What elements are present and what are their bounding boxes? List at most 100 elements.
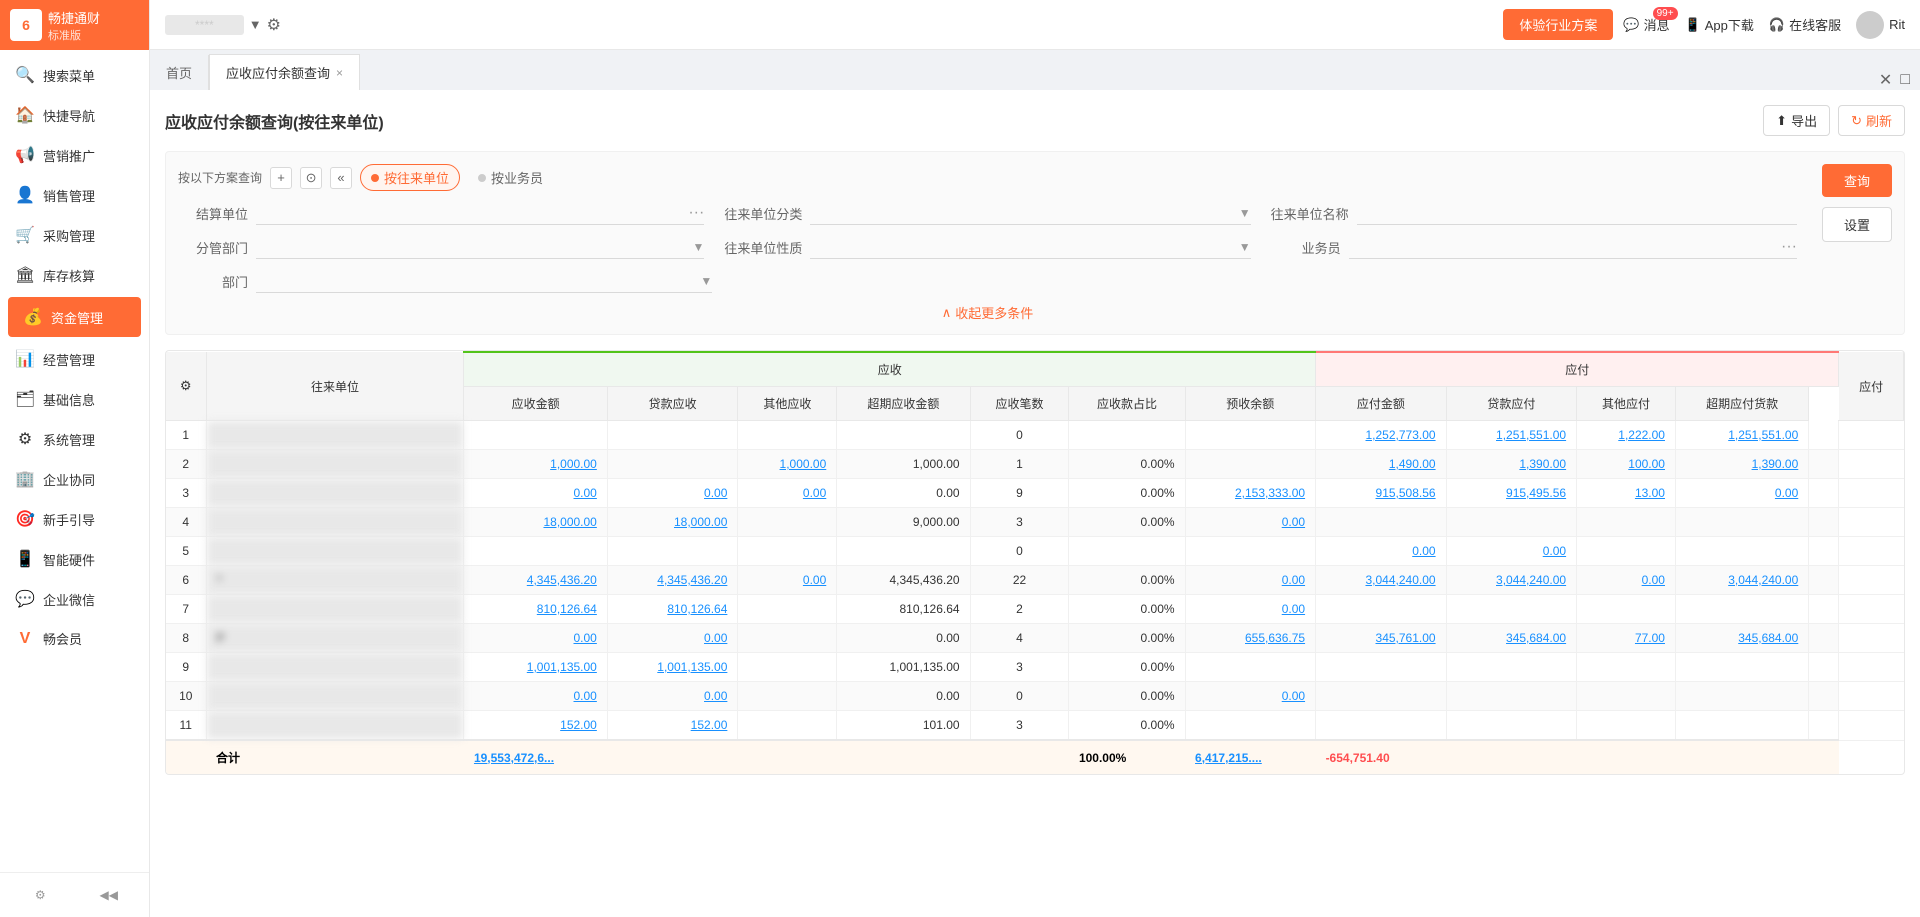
partner-name-input[interactable] bbox=[1357, 201, 1797, 225]
row-other-ar[interactable] bbox=[738, 653, 837, 682]
row-other-ap[interactable]: 1,222.00 bbox=[1577, 421, 1676, 450]
collapse-more-btn[interactable]: ∧ 收起更多条件 bbox=[942, 303, 1034, 322]
sidebar-item-marketing[interactable]: 📢 营销推广 bbox=[0, 135, 149, 175]
row-loan-ap[interactable] bbox=[1446, 682, 1577, 711]
row-other-ap[interactable]: 0.00 bbox=[1577, 566, 1676, 595]
row-ap-amount[interactable]: 1,252,773.00 bbox=[1316, 421, 1447, 450]
row-overdue-ap[interactable] bbox=[1675, 595, 1808, 624]
sidebar-item-warehouse[interactable]: 🏛 库存核算 bbox=[0, 255, 149, 295]
row-other-ar[interactable] bbox=[738, 537, 837, 566]
row-advance-balance[interactable]: 655,636.75 bbox=[1185, 624, 1316, 653]
partner-category-input[interactable] bbox=[810, 201, 1238, 224]
row-ar-amount[interactable]: 4,345,436.20 bbox=[464, 566, 607, 595]
row-ap-amount[interactable]: 345,761.00 bbox=[1316, 624, 1447, 653]
row-overdue-ap[interactable]: 345,684.00 bbox=[1675, 624, 1808, 653]
row-ar-amount[interactable]: 152.00 bbox=[464, 711, 607, 741]
row-other-ap[interactable] bbox=[1577, 682, 1676, 711]
sidebar-item-finance[interactable]: 💰 资金管理 bbox=[8, 297, 141, 337]
row-loan-ar[interactable]: 1,001,135.00 bbox=[607, 653, 738, 682]
settings-bottom-btn[interactable]: ⚙ bbox=[10, 883, 71, 907]
partner-nature-input[interactable] bbox=[810, 235, 1238, 258]
row-other-ar[interactable] bbox=[738, 595, 837, 624]
row-other-ap[interactable] bbox=[1577, 508, 1676, 537]
row-overdue-ap[interactable]: 0.00 bbox=[1675, 479, 1808, 508]
row-overdue-ap[interactable]: 1,251,551.00 bbox=[1675, 421, 1808, 450]
scheme-settings-btn[interactable]: ⊙ bbox=[300, 167, 322, 189]
row-advance-balance[interactable] bbox=[1185, 450, 1316, 479]
row-ap-amount[interactable] bbox=[1316, 711, 1447, 741]
header-settings-icon[interactable]: ⚙ bbox=[267, 15, 281, 35]
tab-active[interactable]: 应收应付余额查询 × bbox=[209, 54, 360, 90]
row-ap-amount[interactable]: 3,044,240.00 bbox=[1316, 566, 1447, 595]
row-overdue-ap[interactable] bbox=[1675, 653, 1808, 682]
row-ap-amount[interactable] bbox=[1316, 595, 1447, 624]
salesman-input[interactable] bbox=[1349, 235, 1781, 258]
row-loan-ap[interactable]: 1,251,551.00 bbox=[1446, 421, 1577, 450]
row-loan-ap[interactable]: 1,390.00 bbox=[1446, 450, 1577, 479]
row-other-ar[interactable] bbox=[738, 508, 837, 537]
tab-close-btn[interactable]: × bbox=[336, 66, 343, 80]
footer-advance-balance[interactable]: 6,417,215.... bbox=[1185, 740, 1316, 774]
row-loan-ap[interactable] bbox=[1446, 508, 1577, 537]
row-other-ap[interactable]: 13.00 bbox=[1577, 479, 1676, 508]
row-advance-balance[interactable] bbox=[1185, 711, 1316, 741]
row-ar-amount[interactable]: 810,126.64 bbox=[464, 595, 607, 624]
row-ap-amount[interactable]: 915,508.56 bbox=[1316, 479, 1447, 508]
row-overdue-ap[interactable] bbox=[1675, 711, 1808, 741]
promo-button[interactable]: 体验行业方案 bbox=[1503, 9, 1613, 40]
row-loan-ar[interactable] bbox=[607, 450, 738, 479]
row-loan-ap[interactable]: 345,684.00 bbox=[1446, 624, 1577, 653]
row-other-ap[interactable] bbox=[1577, 711, 1676, 741]
row-loan-ap[interactable]: 915,495.56 bbox=[1446, 479, 1577, 508]
table-settings-icon[interactable]: ⚙ bbox=[180, 378, 192, 393]
sidebar-item-smart[interactable]: 📱 智能硬件 bbox=[0, 539, 149, 579]
dept-input[interactable] bbox=[256, 269, 700, 292]
sidebar-item-search[interactable]: 🔍 搜索菜单 bbox=[0, 55, 149, 95]
dropdown-arrow[interactable]: ▼ bbox=[249, 17, 262, 32]
user-menu[interactable]: Rit bbox=[1856, 11, 1905, 39]
notifications-btn[interactable]: 💬 消息 99+ bbox=[1623, 15, 1669, 34]
row-loan-ap[interactable]: 3,044,240.00 bbox=[1446, 566, 1577, 595]
settlement-dots[interactable]: ··· bbox=[688, 204, 704, 222]
row-ap-amount[interactable]: 1,490.00 bbox=[1316, 450, 1447, 479]
row-loan-ap[interactable] bbox=[1446, 653, 1577, 682]
scheme-partner[interactable]: 按往来单位 bbox=[360, 164, 460, 191]
row-overdue-ap[interactable] bbox=[1675, 537, 1808, 566]
row-other-ap[interactable] bbox=[1577, 653, 1676, 682]
row-advance-balance[interactable]: 0.00 bbox=[1185, 595, 1316, 624]
row-loan-ap[interactable] bbox=[1446, 711, 1577, 741]
row-other-ar[interactable] bbox=[738, 682, 837, 711]
row-loan-ar[interactable]: 0.00 bbox=[607, 624, 738, 653]
row-ar-amount[interactable]: 1,000.00 bbox=[464, 450, 607, 479]
row-ar-amount[interactable]: 0.00 bbox=[464, 624, 607, 653]
footer-ar-amount[interactable]: 19,553,472,6... bbox=[464, 740, 607, 774]
row-other-ap[interactable]: 77.00 bbox=[1577, 624, 1676, 653]
row-ap-amount[interactable] bbox=[1316, 682, 1447, 711]
sidebar-item-wechat[interactable]: 💬 企业微信 bbox=[0, 579, 149, 619]
row-loan-ap[interactable]: 0.00 bbox=[1446, 537, 1577, 566]
row-other-ap[interactable] bbox=[1577, 595, 1676, 624]
sidebar-item-basic[interactable]: 🗂 基础信息 bbox=[0, 379, 149, 419]
row-loan-ar[interactable]: 4,345,436.20 bbox=[607, 566, 738, 595]
add-scheme-btn[interactable]: + bbox=[270, 167, 292, 189]
sidebar-item-system[interactable]: ⚙ 系统管理 bbox=[0, 419, 149, 459]
row-ap-amount[interactable] bbox=[1316, 653, 1447, 682]
scheme-salesman[interactable]: 按业务员 bbox=[468, 165, 553, 190]
row-loan-ar[interactable]: 810,126.64 bbox=[607, 595, 738, 624]
query-button[interactable]: 查询 bbox=[1822, 164, 1892, 197]
row-ap-amount[interactable] bbox=[1316, 508, 1447, 537]
maximize-btn[interactable]: □ bbox=[1900, 71, 1910, 89]
row-ar-amount[interactable]: 0.00 bbox=[464, 682, 607, 711]
row-overdue-ap[interactable]: 3,044,240.00 bbox=[1675, 566, 1808, 595]
row-advance-balance[interactable]: 2,153,333.00 bbox=[1185, 479, 1316, 508]
sidebar-item-operations[interactable]: 📊 经营管理 bbox=[0, 339, 149, 379]
row-ar-amount[interactable] bbox=[464, 537, 607, 566]
row-overdue-ap[interactable]: 1,390.00 bbox=[1675, 450, 1808, 479]
row-ar-amount[interactable]: 1,001,135.00 bbox=[464, 653, 607, 682]
online-service-btn[interactable]: 🎧 在线客服 bbox=[1769, 15, 1841, 34]
row-ar-amount[interactable]: 0.00 bbox=[464, 479, 607, 508]
filter-settings-button[interactable]: 设置 bbox=[1822, 207, 1892, 242]
sidebar-item-enterprise[interactable]: 🏢 企业协同 bbox=[0, 459, 149, 499]
row-other-ar[interactable]: 1,000.00 bbox=[738, 450, 837, 479]
export-button[interactable]: ⬆ 导出 bbox=[1763, 105, 1830, 136]
